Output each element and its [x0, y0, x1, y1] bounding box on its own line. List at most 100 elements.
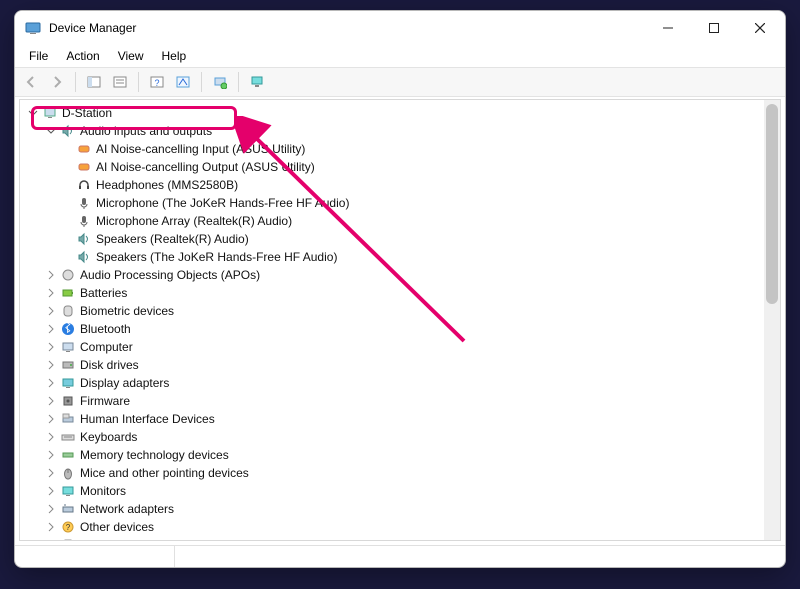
- device-label: Microphone Array (Realtek(R) Audio): [96, 214, 292, 228]
- category-biometric[interactable]: Biometric devices: [26, 302, 780, 320]
- category-label: Memory technology devices: [80, 448, 229, 462]
- device-item[interactable]: Speakers (Realtek(R) Audio): [26, 230, 780, 248]
- category-firmware[interactable]: Firmware: [26, 392, 780, 410]
- chevron-right-icon[interactable]: [44, 538, 58, 540]
- chevron-right-icon[interactable]: [44, 358, 58, 372]
- monitor-icon: [60, 483, 76, 499]
- scrollbar[interactable]: [764, 100, 780, 540]
- category-label: Audio Processing Objects (APOs): [80, 268, 260, 282]
- titlebar[interactable]: Device Manager: [15, 11, 785, 45]
- properties-button[interactable]: [108, 70, 132, 94]
- chevron-right-icon[interactable]: [44, 466, 58, 480]
- category-audio[interactable]: Audio inputs and outputs: [26, 122, 780, 140]
- category-label: Keyboards: [80, 430, 137, 444]
- category-display[interactable]: Display adapters: [26, 374, 780, 392]
- display-adapter-icon: [60, 375, 76, 391]
- menubar: File Action View Help: [15, 45, 785, 67]
- category-monitors[interactable]: Monitors: [26, 482, 780, 500]
- device-icon: [76, 159, 92, 175]
- category-print[interactable]: Print queues: [26, 536, 780, 540]
- chevron-right-icon[interactable]: [44, 376, 58, 390]
- nav-back-button[interactable]: [19, 70, 43, 94]
- action-button[interactable]: [171, 70, 195, 94]
- device-label: Speakers (The JoKeR Hands-Free HF Audio): [96, 250, 337, 264]
- device-item[interactable]: Speakers (The JoKeR Hands-Free HF Audio): [26, 248, 780, 266]
- chevron-right-icon[interactable]: [44, 520, 58, 534]
- window-title: Device Manager: [49, 21, 136, 35]
- category-label: Bluetooth: [80, 322, 131, 336]
- chevron-right-icon[interactable]: [44, 448, 58, 462]
- category-apo[interactable]: Audio Processing Objects (APOs): [26, 266, 780, 284]
- device-item[interactable]: Microphone Array (Realtek(R) Audio): [26, 212, 780, 230]
- scrollbar-thumb[interactable]: [766, 104, 778, 304]
- bluetooth-icon: [60, 321, 76, 337]
- speaker-icon: [60, 123, 76, 139]
- chevron-right-icon[interactable]: [44, 484, 58, 498]
- tree-root-label: D-Station: [62, 106, 112, 120]
- category-label: Other devices: [80, 520, 154, 534]
- category-label: Display adapters: [80, 376, 169, 390]
- help-button[interactable]: ?: [145, 70, 169, 94]
- category-mice[interactable]: Mice and other pointing devices: [26, 464, 780, 482]
- chevron-down-icon[interactable]: [26, 106, 40, 120]
- toolbar: ?: [15, 67, 785, 97]
- minimize-button[interactable]: [645, 13, 691, 43]
- disk-icon: [60, 357, 76, 373]
- scan-hardware-button[interactable]: [208, 70, 232, 94]
- svg-text:?: ?: [154, 78, 159, 88]
- category-computer[interactable]: Computer: [26, 338, 780, 356]
- category-hid[interactable]: Human Interface Devices: [26, 410, 780, 428]
- device-item[interactable]: AI Noise-cancelling Output (ASUS Utility…: [26, 158, 780, 176]
- tree-root[interactable]: D-Station: [26, 104, 780, 122]
- nav-forward-button[interactable]: [45, 70, 69, 94]
- category-batteries[interactable]: Batteries: [26, 284, 780, 302]
- category-label: Network adapters: [80, 502, 174, 516]
- device-tree[interactable]: D-Station Audio inputs and outputs AI No…: [20, 100, 780, 540]
- show-hide-tree-button[interactable]: [82, 70, 106, 94]
- svg-text:?: ?: [66, 523, 71, 532]
- device-item[interactable]: Headphones (MMS2580B): [26, 176, 780, 194]
- menu-file[interactable]: File: [21, 47, 56, 65]
- chevron-right-icon[interactable]: [44, 340, 58, 354]
- menu-help[interactable]: Help: [154, 47, 195, 65]
- monitor-button[interactable]: [245, 70, 269, 94]
- category-bluetooth[interactable]: Bluetooth: [26, 320, 780, 338]
- device-item[interactable]: Microphone (The JoKeR Hands-Free HF Audi…: [26, 194, 780, 212]
- category-network[interactable]: Network adapters: [26, 500, 780, 518]
- chevron-down-icon[interactable]: [44, 124, 58, 138]
- chevron-right-icon[interactable]: [44, 430, 58, 444]
- network-icon: [60, 501, 76, 517]
- category-label: Monitors: [80, 484, 126, 498]
- device-manager-window: Device Manager File Action View Help ? D…: [14, 10, 786, 568]
- chevron-right-icon[interactable]: [44, 502, 58, 516]
- speaker-icon: [76, 249, 92, 265]
- category-other[interactable]: ? Other devices: [26, 518, 780, 536]
- category-disk[interactable]: Disk drives: [26, 356, 780, 374]
- computer-icon: [42, 105, 58, 121]
- maximize-button[interactable]: [691, 13, 737, 43]
- app-icon: [25, 20, 41, 36]
- chevron-right-icon[interactable]: [44, 268, 58, 282]
- menu-action[interactable]: Action: [58, 47, 107, 65]
- chevron-right-icon[interactable]: [44, 394, 58, 408]
- category-memory[interactable]: Memory technology devices: [26, 446, 780, 464]
- device-item[interactable]: AI Noise-cancelling Input (ASUS Utility): [26, 140, 780, 158]
- category-label: Audio inputs and outputs: [80, 124, 212, 138]
- category-label: Batteries: [80, 286, 127, 300]
- chevron-right-icon[interactable]: [44, 286, 58, 300]
- mouse-icon: [60, 465, 76, 481]
- category-label: Mice and other pointing devices: [80, 466, 249, 480]
- chevron-right-icon[interactable]: [44, 304, 58, 318]
- menu-view[interactable]: View: [110, 47, 152, 65]
- category-label: Print queues: [80, 538, 147, 540]
- battery-icon: [60, 285, 76, 301]
- fingerprint-icon: [60, 303, 76, 319]
- chevron-right-icon[interactable]: [44, 322, 58, 336]
- category-keyboards[interactable]: Keyboards: [26, 428, 780, 446]
- close-button[interactable]: [737, 13, 783, 43]
- headphones-icon: [76, 177, 92, 193]
- device-icon: [76, 141, 92, 157]
- apo-icon: [60, 267, 76, 283]
- status-cell: [15, 546, 175, 567]
- chevron-right-icon[interactable]: [44, 412, 58, 426]
